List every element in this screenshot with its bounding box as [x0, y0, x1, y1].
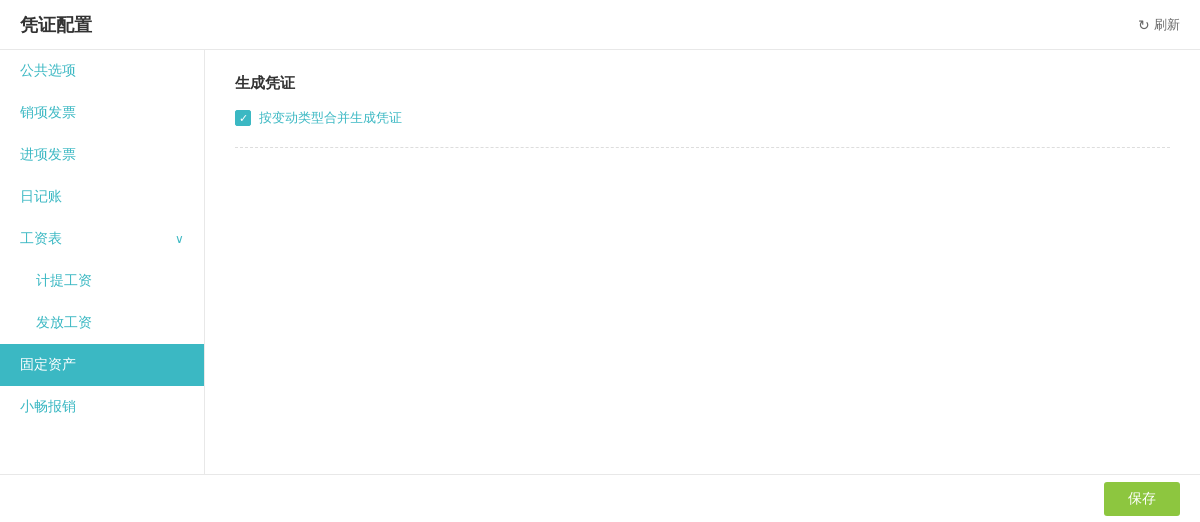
sidebar-item-label: 公共选项: [20, 62, 76, 80]
sidebar-item-label: 小畅报销: [20, 398, 76, 416]
chevron-down-icon: ∨: [175, 232, 184, 246]
sidebar-item-label: 销项发票: [20, 104, 76, 122]
sidebar-item-pay-salary[interactable]: 发放工资: [0, 302, 204, 344]
sidebar-item-label: 进项发票: [20, 146, 76, 164]
main-container: 公共选项销项发票进项发票日记账工资表 ∨ 计提工资发放工资固定资产小畅报销 生成凭证…: [0, 50, 1200, 474]
section-title: 生成凭证: [235, 74, 1170, 93]
sidebar-item-calc-salary[interactable]: 计提工资: [0, 260, 204, 302]
save-button[interactable]: 保存: [1104, 482, 1180, 516]
merge-checkbox[interactable]: ✓: [235, 110, 251, 126]
sidebar-item-label: 计提工资: [36, 272, 92, 290]
checkbox-label[interactable]: 按变动类型合并生成凭证: [259, 109, 402, 127]
sidebar-item-payroll[interactable]: 工资表 ∨: [0, 218, 204, 260]
sidebar-item-fixed-assets[interactable]: 固定资产: [0, 344, 204, 386]
check-mark-icon: ✓: [239, 113, 248, 124]
refresh-label: 刷新: [1154, 16, 1180, 34]
sidebar: 公共选项销项发票进项发票日记账工资表 ∨ 计提工资发放工资固定资产小畅报销: [0, 50, 205, 474]
sidebar-item-purchase-invoice[interactable]: 进项发票: [0, 134, 204, 176]
sidebar-item-expense[interactable]: 小畅报销: [0, 386, 204, 428]
sidebar-item-label: 日记账: [20, 188, 62, 206]
refresh-icon: ↻: [1138, 17, 1150, 33]
sidebar-item-label: 工资表: [20, 230, 62, 248]
sidebar-item-label: 发放工资: [36, 314, 92, 332]
sidebar-item-public[interactable]: 公共选项: [0, 50, 204, 92]
refresh-button[interactable]: ↻ 刷新: [1138, 16, 1180, 34]
page-header: 凭证配置 ↻ 刷新: [0, 0, 1200, 50]
page-title: 凭证配置: [20, 13, 92, 37]
sidebar-item-label: 固定资产: [20, 356, 76, 374]
divider: [235, 147, 1170, 148]
footer: 保存: [0, 474, 1200, 522]
sidebar-item-sales-invoice[interactable]: 销项发票: [0, 92, 204, 134]
sidebar-item-journal[interactable]: 日记账: [0, 176, 204, 218]
checkbox-row: ✓ 按变动类型合并生成凭证: [235, 109, 1170, 127]
content-area: 生成凭证 ✓ 按变动类型合并生成凭证: [205, 50, 1200, 474]
